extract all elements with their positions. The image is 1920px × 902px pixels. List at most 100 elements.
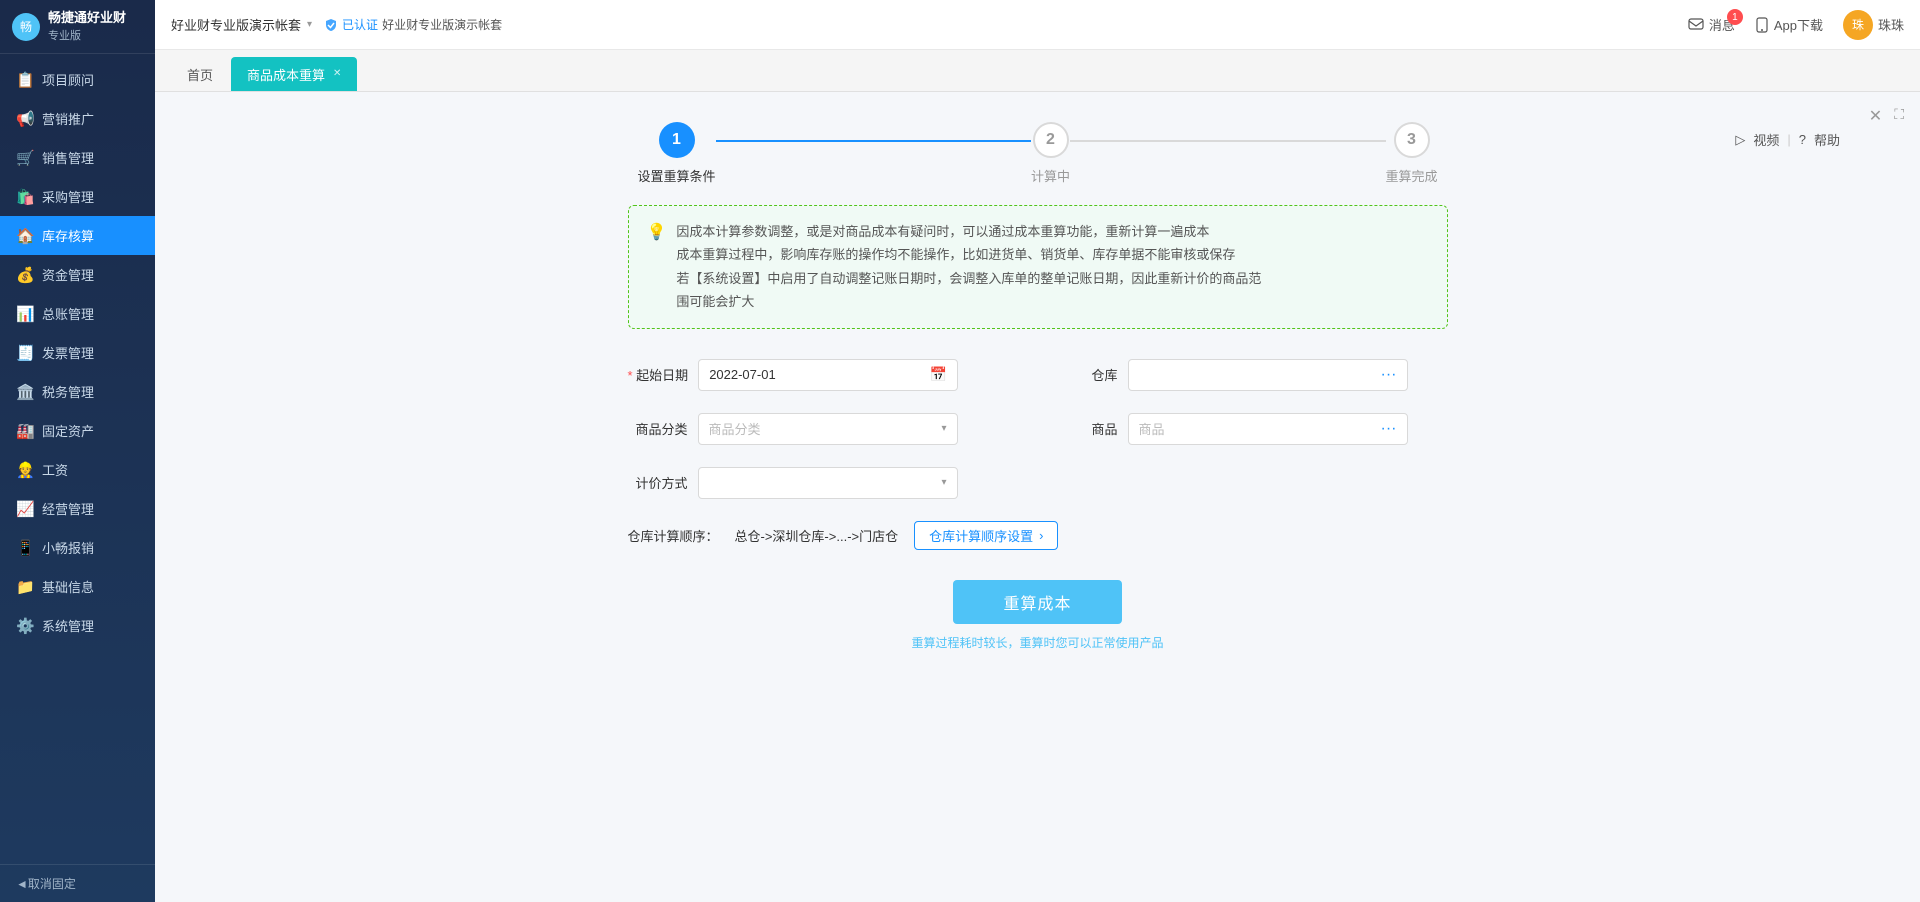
sidebar-item-label-marketing: 营销推广 — [42, 109, 94, 128]
marketing-icon: 📢 — [16, 110, 34, 128]
pricing-select[interactable]: ▾ — [698, 467, 958, 499]
sidebar-item-expense[interactable]: 📱 小畅报销 — [0, 528, 155, 567]
start-date-field: 起始日期 2022-07-01 📅 — [628, 359, 1018, 391]
recalc-section: 重算成本 重算过程耗时较长，重算时您可以正常使用产品 — [628, 580, 1448, 651]
warehouse-order-settings-button[interactable]: 仓库计算顺序设置 › — [914, 521, 1058, 550]
sidebar-item-system[interactable]: ⚙️ 系统管理 — [0, 606, 155, 645]
sidebar-item-finance[interactable]: 💰 资金管理 — [0, 255, 155, 294]
basic-icon: 📁 — [16, 578, 34, 596]
ledger-icon: 📊 — [16, 305, 34, 323]
start-date-input[interactable]: 2022-07-01 📅 — [698, 359, 958, 391]
step-3: 3 重算完成 — [1386, 122, 1438, 185]
product-input[interactable]: 商品 ··· — [1128, 413, 1408, 445]
sidebar-item-sales[interactable]: 🛒 销售管理 — [0, 138, 155, 177]
category-select[interactable]: 商品分类 ▾ — [698, 413, 958, 445]
account-selector[interactable]: 好业财专业版演示帐套 ▾ — [171, 15, 312, 34]
start-date-value: 2022-07-01 — [709, 367, 776, 382]
invoice-icon: 🧾 — [16, 344, 34, 362]
message-button[interactable]: 消息 1 — [1688, 15, 1735, 34]
info-line-2: 成本重算过程中，影响库存账的操作均不能操作，比如进货单、销货单、库存单据不能审核… — [676, 243, 1261, 266]
sidebar-unpin-btn[interactable]: ◄取消固定 — [0, 864, 155, 902]
step-2: 2 计算中 — [1031, 122, 1070, 185]
warehouse-settings-label: 仓库计算顺序设置 — [929, 526, 1033, 545]
message-icon — [1688, 17, 1704, 33]
info-text: 因成本计算参数调整，或是对商品成本有疑问时，可以通过成本重算功能，重新计算一遍成… — [676, 220, 1261, 314]
sidebar-item-label-system: 系统管理 — [42, 616, 94, 635]
app-download-label: App下载 — [1774, 15, 1823, 34]
verified-desc: 好业财专业版演示帐套 — [382, 16, 502, 33]
form-row-1: 起始日期 2022-07-01 📅 仓库 ··· — [628, 359, 1448, 391]
sidebar-item-label-basic: 基础信息 — [42, 577, 94, 596]
sidebar-item-marketing[interactable]: 📢 营销推广 — [0, 99, 155, 138]
info-box-content: 💡 因成本计算参数调整，或是对商品成本有疑问时，可以通过成本重算功能，重新计算一… — [647, 220, 1429, 314]
step-1-label: 设置重算条件 — [638, 166, 716, 185]
step-line-2 — [1070, 140, 1385, 142]
chevron-down-icon: ▾ — [307, 19, 312, 30]
app-edition: 专业版 — [48, 27, 126, 43]
start-date-label: 起始日期 — [628, 365, 689, 384]
step-line-1 — [716, 140, 1031, 142]
tab-cost-recalc-label: 商品成本重算 — [247, 65, 325, 84]
warehouse-dots-icon: ··· — [1381, 366, 1397, 384]
salary-icon: 👷 — [16, 461, 34, 479]
step-1-number: 1 — [672, 131, 681, 149]
tab-home[interactable]: 首页 — [171, 57, 229, 91]
content-area: ✕ ⛶ 1 设置重算条件 2 计算中 — [155, 92, 1920, 902]
sidebar-item-label-assets: 固定资产 — [42, 421, 94, 440]
video-link[interactable]: 视频 — [1753, 130, 1779, 149]
purchase-icon: 🛍️ — [16, 188, 34, 206]
project-icon: 📋 — [16, 71, 34, 89]
user-avatar-area[interactable]: 珠 珠珠 — [1843, 10, 1904, 40]
warehouse-label: 仓库 — [1058, 365, 1118, 384]
form-row-3: 计价方式 ▾ — [628, 467, 1448, 499]
step-1: 1 设置重算条件 — [638, 122, 716, 185]
app-icon: 畅 — [12, 13, 40, 41]
step-3-label: 重算完成 — [1386, 166, 1438, 185]
sidebar-item-tax[interactable]: 🏛️ 税务管理 — [0, 372, 155, 411]
sidebar-item-invoice[interactable]: 🧾 发票管理 — [0, 333, 155, 372]
sidebar-item-label-expense: 小畅报销 — [42, 538, 94, 557]
sidebar-item-project[interactable]: 📋 项目顾问 — [0, 60, 155, 99]
app-download-button[interactable]: App下载 — [1755, 15, 1823, 34]
sidebar-item-salary[interactable]: 👷 工资 — [0, 450, 155, 489]
step-1-circle: 1 — [659, 122, 695, 158]
category-field: 商品分类 商品分类 ▾ — [628, 413, 1018, 445]
sidebar-item-inventory[interactable]: 🏠 库存核算 — [0, 216, 155, 255]
tab-close-icon[interactable]: ✕ — [333, 69, 341, 79]
product-dots-icon: ··· — [1381, 420, 1397, 438]
play-circle-icon: ▷ — [1735, 132, 1745, 148]
recalculate-button[interactable]: 重算成本 — [953, 580, 1121, 624]
warehouse-input[interactable]: ··· — [1128, 359, 1408, 391]
expand-window-icon[interactable]: ⛶ — [1894, 106, 1904, 126]
sidebar-item-basic[interactable]: 📁 基础信息 — [0, 567, 155, 606]
info-line-1: 因成本计算参数调整，或是对商品成本有疑问时，可以通过成本重算功能，重新计算一遍成… — [676, 220, 1261, 243]
sidebar-item-purchase[interactable]: 🛍️ 采购管理 — [0, 177, 155, 216]
verified-badge: 已认证 好业财专业版演示帐套 — [324, 16, 502, 33]
finance-icon: 💰 — [16, 266, 34, 284]
bulb-icon: 💡 — [647, 222, 667, 314]
topbar: 好业财专业版演示帐套 ▾ 已认证 好业财专业版演示帐套 消息 1 — [155, 0, 1920, 50]
phone-icon — [1755, 17, 1769, 33]
sidebar-item-label-salary: 工资 — [42, 460, 68, 479]
recalculate-label: 重算成本 — [1003, 596, 1071, 613]
verified-label: 已认证 — [342, 16, 378, 33]
tab-home-label: 首页 — [187, 65, 213, 84]
chevron-down-category: ▾ — [941, 423, 946, 434]
sidebar-item-ledger[interactable]: 📊 总账管理 — [0, 294, 155, 333]
account-name: 好业财专业版演示帐套 — [171, 15, 301, 34]
shield-icon — [324, 18, 338, 32]
help-link[interactable]: 帮助 — [1814, 130, 1840, 149]
warehouse-field: 仓库 ··· — [1058, 359, 1448, 391]
form-container: 起始日期 2022-07-01 📅 仓库 ··· 商品分 — [628, 359, 1448, 651]
sidebar-item-label-invoice: 发票管理 — [42, 343, 94, 362]
info-line-3: 若【系统设置】中启用了自动调整记账日期时，会调整入库单的整单记账日期，因此重新计… — [676, 267, 1261, 290]
steps-wrapper: 1 设置重算条件 2 计算中 3 — [638, 122, 1438, 185]
steps-section: 1 设置重算条件 2 计算中 3 — [195, 122, 1880, 185]
tab-cost-recalc[interactable]: 商品成本重算 ✕ — [231, 57, 357, 91]
inventory-icon: 🏠 — [16, 227, 34, 245]
sidebar-item-management[interactable]: 📈 经营管理 — [0, 489, 155, 528]
tabs-bar: 首页 商品成本重算 ✕ — [155, 50, 1920, 92]
category-label: 商品分类 — [628, 419, 688, 438]
sidebar-item-assets[interactable]: 🏭 固定资产 — [0, 411, 155, 450]
sidebar-item-label-sales: 销售管理 — [42, 148, 94, 167]
